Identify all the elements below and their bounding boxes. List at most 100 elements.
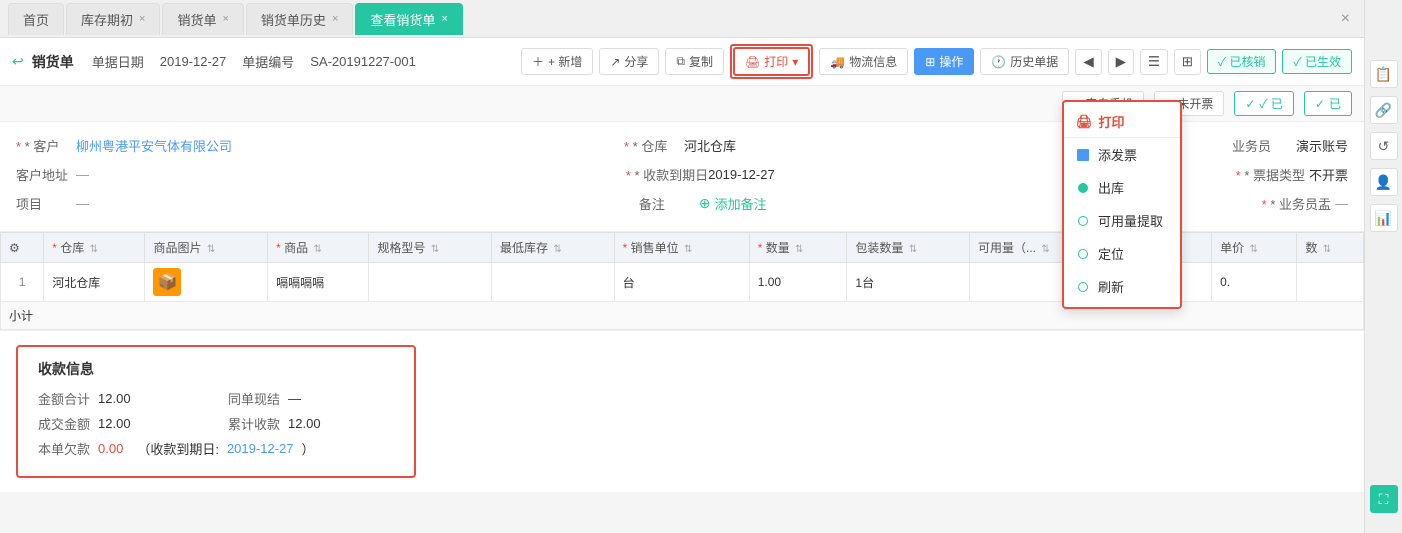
share-button[interactable]: ↗ 分享 bbox=[599, 48, 659, 75]
add-note-button[interactable]: ⊕ 添加备注 bbox=[699, 194, 767, 213]
staff-value: 演示账号 bbox=[1296, 136, 1348, 155]
done2-label: 已 bbox=[1329, 95, 1341, 112]
menu-refresh[interactable]: 刷新 bbox=[1064, 270, 1180, 303]
side-panel: 📋 🔗 ↺ 👤 📊 ⛶ bbox=[1364, 0, 1402, 533]
done2-button[interactable]: ✓ 已 bbox=[1304, 91, 1352, 116]
row-min-stock bbox=[491, 263, 614, 302]
overdue-note: （收款到期日: bbox=[137, 439, 219, 458]
side-btn-user[interactable]: 👤 bbox=[1370, 168, 1398, 196]
cancel-badge: ✓ 已核销 bbox=[1207, 49, 1277, 74]
doc-date-value: 2019-12-27 bbox=[160, 54, 227, 69]
toolbar-actions: ＋ + 新增 ↗ 分享 ⧉ 复制 🖨 打印 ▾ 🚚 物流信息 bbox=[521, 44, 1352, 79]
add-invoice-label: 添发票 bbox=[1098, 145, 1137, 164]
project-value: — bbox=[76, 196, 89, 211]
tab-view-sales[interactable]: 查看销货单 × bbox=[355, 3, 462, 35]
add-note-label: 添加备注 bbox=[715, 194, 767, 213]
side-btn-chart[interactable]: 📊 bbox=[1370, 204, 1398, 232]
doc-label: 销货单 bbox=[32, 52, 74, 72]
done-label: ✓ 已 bbox=[1259, 95, 1283, 112]
col-settings[interactable]: ⚙ bbox=[1, 233, 44, 263]
done-button[interactable]: ✓ ✓ 已 bbox=[1234, 91, 1294, 116]
new-button[interactable]: ＋ + 新增 bbox=[521, 48, 593, 75]
bill-type-label: * 票据类型 bbox=[1236, 165, 1305, 184]
tab-history-close[interactable]: × bbox=[332, 13, 338, 25]
overdue-end: ） bbox=[301, 439, 314, 458]
side-btn-expand[interactable]: ⛶ bbox=[1370, 485, 1398, 513]
bottom-area: 收款信息 金额合计 12.00 同单现结 — 成交金额 12.00 累计收款 bbox=[0, 330, 1364, 492]
window-close-button[interactable]: × bbox=[1335, 8, 1356, 30]
menu-add-invoice[interactable]: 添发票 bbox=[1064, 138, 1180, 171]
side-btn-clipboard[interactable]: 📋 bbox=[1370, 60, 1398, 88]
warehouse-label: * 仓库 bbox=[624, 136, 684, 155]
staff-label: 业务员 bbox=[1232, 136, 1292, 155]
overdue-label: 本单欠款 bbox=[38, 439, 90, 458]
project-label: 项目 bbox=[16, 194, 76, 213]
doc-meta: 单据日期 2019-12-27 单据编号 SA-20191227-001 bbox=[92, 52, 416, 71]
new-icon: ＋ bbox=[532, 53, 544, 70]
note-label: 备注 bbox=[639, 194, 699, 213]
ops-button[interactable]: ⊞ 操作 bbox=[914, 48, 974, 75]
payment-row-3: 本单欠款 0.00 （收款到期日: 2019-12-27 ） bbox=[38, 439, 394, 458]
address-label: 客户地址 bbox=[16, 165, 76, 184]
side-btn-refresh[interactable]: ↺ bbox=[1370, 132, 1398, 160]
col-unit: * 销售单位 ⇅ bbox=[614, 233, 749, 263]
tab-bar: 首页 库存期初 × 销货单 × 销货单历史 × 查看销货单 × × bbox=[0, 0, 1364, 38]
menu-available-qty[interactable]: 可用量提取 bbox=[1064, 204, 1180, 237]
tab-home[interactable]: 首页 bbox=[8, 3, 64, 35]
cumulative-field: 累计收款 12.00 bbox=[228, 414, 388, 433]
address-field: 客户地址 — bbox=[16, 165, 626, 184]
add-invoice-icon bbox=[1076, 148, 1090, 162]
tab-sales[interactable]: 销货单 × bbox=[162, 3, 243, 35]
tab-sales-label: 销货单 bbox=[177, 10, 216, 29]
tab-sales-close[interactable]: × bbox=[222, 13, 228, 25]
bill-type-value: 不开票 bbox=[1309, 165, 1348, 184]
tab-inventory-label: 库存期初 bbox=[81, 10, 133, 29]
payment-title: 收款信息 bbox=[38, 359, 394, 379]
print-button[interactable]: 🖨 打印 ▾ bbox=[733, 47, 810, 76]
available-qty-label: 可用量提取 bbox=[1098, 211, 1163, 230]
tab-view-sales-close[interactable]: × bbox=[441, 13, 447, 25]
col-pkg-qty: 包装数量 ⇅ bbox=[847, 233, 970, 263]
print-dropdown-icon: ▾ bbox=[792, 55, 798, 69]
total-value: 12.00 bbox=[98, 391, 131, 406]
list-view-button[interactable]: ☰ bbox=[1140, 49, 1168, 75]
next-nav-button[interactable]: ▶ bbox=[1108, 49, 1134, 75]
history-icon: 🕐 bbox=[991, 55, 1006, 69]
ops-dropdown-header: 🖨 打印 bbox=[1064, 106, 1180, 138]
grid-view-button[interactable]: ⊞ bbox=[1174, 49, 1201, 75]
print-icon: 🖨 bbox=[745, 55, 760, 69]
print-button-highlight: 🖨 打印 ▾ bbox=[730, 44, 813, 79]
new-label: + 新增 bbox=[548, 53, 582, 70]
truck-icon: 🚚 bbox=[830, 55, 845, 69]
customer-label: * 客户 bbox=[16, 136, 76, 155]
tab-inventory-close[interactable]: × bbox=[139, 13, 145, 25]
logistics-label: 物流信息 bbox=[849, 53, 897, 70]
refresh-icon bbox=[1076, 280, 1090, 294]
deal-field: 成交金额 12.00 bbox=[38, 414, 198, 433]
tab-history[interactable]: 销货单历史 × bbox=[246, 3, 353, 35]
row-price: 0. bbox=[1212, 263, 1297, 302]
deal-value: 12.00 bbox=[98, 416, 131, 431]
doc-no-value: SA-20191227-001 bbox=[310, 54, 416, 69]
menu-locate[interactable]: 定位 bbox=[1064, 237, 1180, 270]
address-value: — bbox=[76, 167, 89, 182]
same-order-label: 同单现结 bbox=[228, 389, 280, 408]
copy-button[interactable]: ⧉ 复制 bbox=[665, 48, 724, 75]
logistics-button[interactable]: 🚚 物流信息 bbox=[819, 48, 908, 75]
menu-outbound[interactable]: 出库 bbox=[1064, 171, 1180, 204]
ops-label: 操作 bbox=[939, 53, 963, 70]
tab-inventory[interactable]: 库存期初 × bbox=[66, 3, 160, 35]
copy-icon: ⧉ bbox=[676, 54, 685, 69]
same-order-field: 同单现结 — bbox=[228, 389, 388, 408]
row-img: 📦 bbox=[145, 263, 268, 302]
printer-icon: 🖨 bbox=[1076, 114, 1093, 130]
history-button[interactable]: 🕐 历史单据 bbox=[980, 48, 1069, 75]
outbound-icon bbox=[1076, 181, 1090, 195]
side-btn-link[interactable]: 🔗 bbox=[1370, 96, 1398, 124]
biz-staff-label: * 业务员盂 bbox=[1262, 194, 1331, 213]
col-min-stock: 最低库存 ⇅ bbox=[491, 233, 614, 263]
locate-icon bbox=[1076, 247, 1090, 261]
prev-nav-button[interactable]: ◀ bbox=[1075, 49, 1101, 75]
biz-staff-area: * 业务员盂 — bbox=[1262, 194, 1348, 213]
customer-value[interactable]: 柳州粤港平安气体有限公司 bbox=[76, 136, 232, 155]
